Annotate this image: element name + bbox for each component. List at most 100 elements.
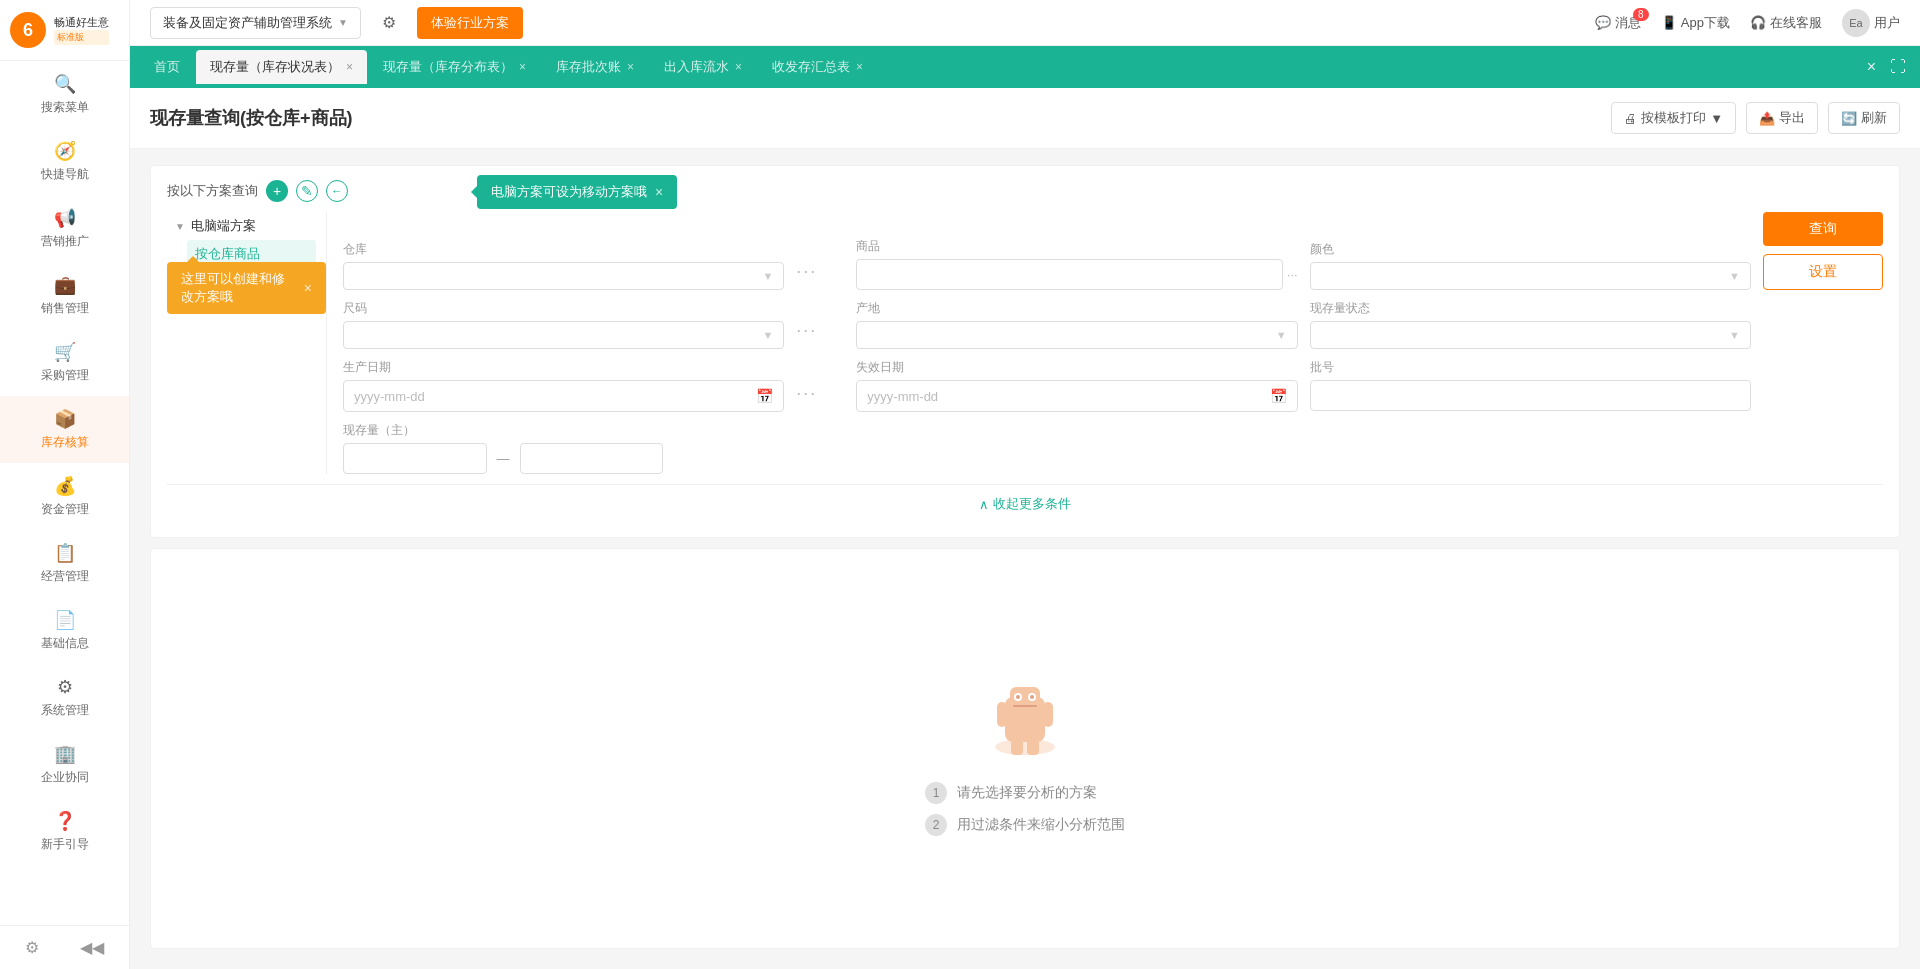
more-filters-btn[interactable]: ∧ 收起更多条件 (167, 484, 1883, 523)
field-stock-qty-label: 现存量（主） (343, 422, 663, 439)
sidebar-item-enterprise[interactable]: 🏢 企业协同 (0, 731, 129, 798)
sidebar: 6 畅通好生意 标准版 🔍 搜索菜单 🧭 快捷导航 📢 营销推广 💼 销售管理 … (0, 0, 130, 969)
origin-select[interactable]: ▼ (856, 321, 1297, 349)
logo-text-area: 畅通好生意 标准版 (54, 15, 109, 45)
tab-close-batch-account[interactable]: × (627, 60, 634, 74)
settings-bottom-btn[interactable]: ⚙ (25, 938, 39, 957)
sidebar-item-system[interactable]: ⚙ 系统管理 (0, 664, 129, 731)
filter-card-body: 按以下方案查询 + ✎ ← 电脑方案可设为移动方案哦 × (151, 166, 1899, 537)
app-selector[interactable]: 装备及固定资产辅助管理系统 ▼ (150, 7, 361, 39)
messages-btn[interactable]: 💬 消息 8 (1595, 14, 1641, 32)
sidebar-item-label: 经营管理 (41, 568, 89, 585)
sidebar-item-basic-info[interactable]: 📄 基础信息 (0, 597, 129, 664)
size-select[interactable]: ▼ (343, 321, 784, 349)
sidebar-item-sales[interactable]: 💼 销售管理 (0, 262, 129, 329)
app-download-btn[interactable]: 📱 App下载 (1661, 14, 1730, 32)
stock-qty-to[interactable] (520, 443, 664, 474)
more-dots-btn-2[interactable]: ··· (796, 320, 817, 341)
empty-step-1: 1 请先选择要分析的方案 (925, 782, 1125, 804)
batch-input[interactable] (1310, 380, 1751, 411)
tab-batch-account[interactable]: 库存批次账 × (542, 50, 648, 84)
tab-stock-dist[interactable]: 现存量（库存分布表） × (369, 50, 540, 84)
sidebar-item-marketing[interactable]: 📢 营销推广 (0, 195, 129, 262)
exp-date-input[interactable]: yyyy-mm-dd 📅 (856, 380, 1297, 412)
content-wrapper: 现存量查询(按仓库+商品) 🖨 按模板打印 ▼ 📤 导出 🔄 刷新 (130, 88, 1920, 969)
maximize-btn[interactable]: ⛶ (1886, 54, 1910, 80)
settings-btn[interactable]: ⚙ (373, 7, 405, 39)
field-warehouse-label: 仓库 (343, 241, 784, 258)
filter-card: 按以下方案查询 + ✎ ← 电脑方案可设为移动方案哦 × (150, 165, 1900, 538)
step-num-1: 1 (925, 782, 947, 804)
export-icon: 📤 (1759, 111, 1775, 126)
collapse-btn[interactable]: ◀◀ (80, 938, 104, 957)
sidebar-item-quick-nav[interactable]: 🧭 快捷导航 (0, 128, 129, 195)
tab-summary[interactable]: 收发存汇总表 × (758, 50, 877, 84)
sidebar-item-label: 系统管理 (41, 702, 89, 719)
prod-date-input[interactable]: yyyy-mm-dd 📅 (343, 380, 784, 412)
prod-date-calendar-icon[interactable]: 📅 (756, 388, 773, 404)
header-right: 💬 消息 8 📱 App下载 🎧 在线客服 Ea 用户 (1595, 9, 1900, 37)
more-dots-btn-3[interactable]: ··· (796, 383, 817, 404)
goods-input[interactable] (856, 259, 1282, 290)
tooltip-2-container: 这里可以创建和修改方案哦 × (167, 262, 326, 314)
filter-row-1: 仓库 ▼ ··· (343, 212, 1883, 290)
tab-in-out-flow[interactable]: 出入库流水 × (650, 50, 756, 84)
tab-close-in-out-flow[interactable]: × (735, 60, 742, 74)
user-btn[interactable]: Ea 用户 (1842, 9, 1900, 37)
more-dots-btn[interactable]: ··· (796, 261, 817, 282)
sidebar-item-operations[interactable]: 📋 经营管理 (0, 530, 129, 597)
filter-back-btn[interactable]: ← (326, 180, 348, 202)
scheme-desktop-label: 电脑端方案 (191, 217, 256, 235)
sidebar-item-inventory[interactable]: 📦 库存核算 (0, 396, 129, 463)
stock-qty-from[interactable] (343, 443, 487, 474)
svg-point-6 (1030, 695, 1034, 699)
print-icon: 🖨 (1624, 111, 1637, 126)
tab-close-summary[interactable]: × (856, 60, 863, 74)
filter-body: 这里可以创建和修改方案哦 × ▼ 电脑端方案 按仓库商品 (167, 212, 1883, 474)
refresh-btn[interactable]: 🔄 刷新 (1828, 102, 1900, 134)
sidebar-item-finance[interactable]: 💰 资金管理 (0, 463, 129, 530)
tab-close-stock-dist[interactable]: × (519, 60, 526, 74)
filter-add-btn[interactable]: + (266, 180, 288, 202)
export-btn[interactable]: 📤 导出 (1746, 102, 1818, 134)
tooltip-scheme-hint: 电脑方案可设为移动方案哦 × (477, 175, 677, 209)
warehouse-select[interactable]: ▼ (343, 262, 784, 290)
color-select[interactable]: ▼ (1310, 262, 1751, 290)
field-stock-status: 现存量状态 ▼ (1310, 300, 1751, 349)
close-all-tabs-btn[interactable]: × (1863, 54, 1880, 80)
brand-name: 畅通好生意 (54, 15, 109, 30)
scheme-desktop[interactable]: ▼ 电脑端方案 (167, 212, 316, 240)
sidebar-item-label: 搜索菜单 (41, 99, 89, 116)
set-btn[interactable]: 设置 (1763, 254, 1883, 290)
empty-steps: 1 请先选择要分析的方案 2 用过滤条件来缩小分析范围 (925, 782, 1125, 836)
tooltip2-close-btn[interactable]: × (304, 280, 312, 296)
stock-status-select[interactable]: ▼ (1310, 321, 1751, 349)
print-btn[interactable]: 🖨 按模板打印 ▼ (1611, 102, 1736, 134)
svg-rect-10 (1011, 740, 1023, 755)
query-btn[interactable]: 查询 (1763, 212, 1883, 246)
chevron-down-icon: ▼ (1729, 270, 1740, 282)
exp-date-calendar-icon[interactable]: 📅 (1270, 388, 1287, 404)
basic-info-icon: 📄 (54, 609, 76, 631)
tab-stock-status[interactable]: 现存量（库存状况表） × (196, 50, 367, 84)
tab-close-stock-status[interactable]: × (346, 60, 353, 74)
search-menu-icon: 🔍 (54, 73, 76, 95)
page-header-bar: 现存量查询(按仓库+商品) 🖨 按模板打印 ▼ 📤 导出 🔄 刷新 (130, 88, 1920, 149)
svg-rect-7 (1013, 705, 1037, 707)
logo-area: 6 畅通好生意 标准版 (0, 0, 129, 61)
tab-home[interactable]: 首页 (140, 50, 194, 84)
svg-point-5 (1016, 695, 1020, 699)
query-btn-group: 查询 设置 (1763, 212, 1883, 290)
svg-rect-11 (1027, 740, 1039, 755)
sidebar-item-purchase[interactable]: 🛒 采购管理 (0, 329, 129, 396)
experience-btn[interactable]: 体验行业方案 (417, 7, 523, 39)
goods-dots-btn[interactable]: ··· (1287, 267, 1298, 282)
empty-illustration (975, 662, 1075, 762)
filter-edit-btn[interactable]: ✎ (296, 180, 318, 202)
inventory-icon: 📦 (54, 408, 76, 430)
tooltip1-close-btn[interactable]: × (655, 184, 663, 200)
sidebar-item-guide[interactable]: ❓ 新手引导 (0, 798, 129, 865)
sidebar-item-search-menu[interactable]: 🔍 搜索菜单 (0, 61, 129, 128)
filter-header: 按以下方案查询 + ✎ ← 电脑方案可设为移动方案哦 × (167, 180, 1883, 202)
online-support-btn[interactable]: 🎧 在线客服 (1750, 14, 1822, 32)
